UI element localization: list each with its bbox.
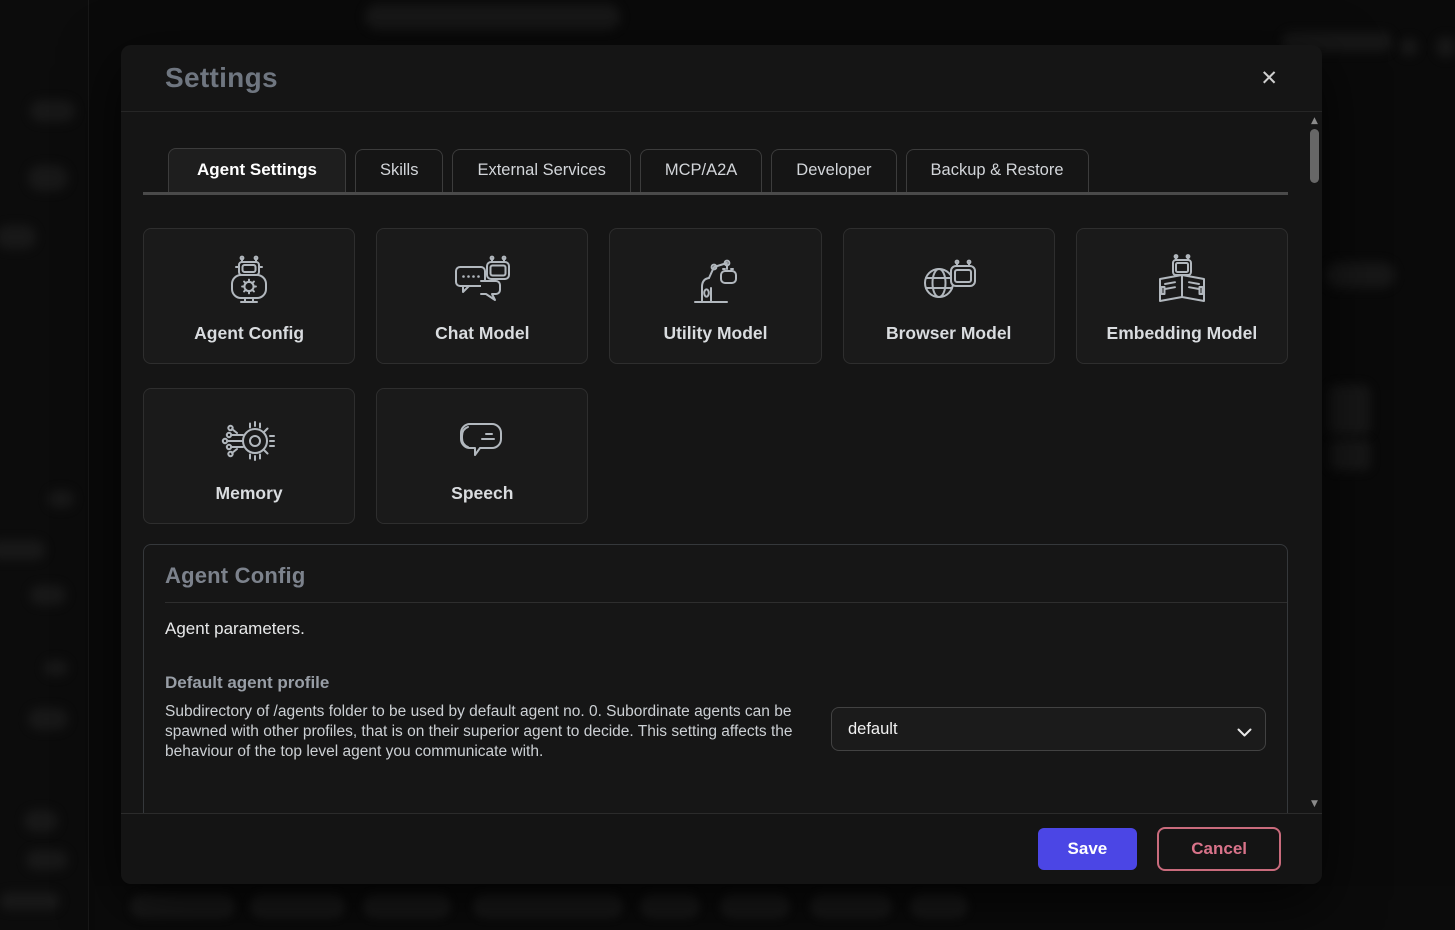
- tab-bar: Agent Settings Skills External Services …: [143, 148, 1288, 195]
- background-bottom-toolbar: [95, 886, 1455, 930]
- card-memory[interactable]: Memory: [143, 388, 355, 524]
- close-icon[interactable]: ✕: [1256, 64, 1282, 93]
- card-label: Memory: [216, 483, 283, 504]
- background-blur-dot: [1400, 38, 1418, 56]
- card-speech[interactable]: Speech: [376, 388, 588, 524]
- default-agent-profile-select[interactable]: default: [831, 707, 1266, 751]
- field-default-agent-profile: Default agent profile Subdirectory of /a…: [165, 673, 1266, 762]
- modal-footer: Save Cancel: [121, 813, 1322, 884]
- background-blur-pill: [720, 894, 790, 918]
- background-blur-blob: [28, 708, 68, 730]
- card-label: Speech: [451, 483, 513, 504]
- agent-config-section: Agent Config Agent parameters. Default a…: [143, 544, 1288, 813]
- field-description: Subdirectory of /agents folder to be use…: [165, 702, 813, 762]
- background-blur-panel: [1330, 440, 1370, 470]
- background-blur-blob: [26, 850, 68, 870]
- background-blur-pill: [640, 894, 700, 918]
- background-blur-pill: [910, 894, 968, 918]
- card-agent-config[interactable]: Agent Config: [143, 228, 355, 364]
- section-divider: [165, 602, 1287, 603]
- card-label: Embedding Model: [1107, 323, 1258, 344]
- background-blur-pill: [810, 894, 892, 918]
- background-blur-pill: [473, 894, 623, 918]
- background-blur-text: [1325, 262, 1395, 288]
- section-title: Agent Config: [165, 563, 1266, 589]
- speech-bubble-icon: [450, 414, 514, 473]
- circuit-gear-icon: [217, 414, 281, 473]
- background-blur-blob: [30, 585, 66, 605]
- scrollbar-up-arrow[interactable]: ▲: [1308, 115, 1321, 127]
- background-blur-blob: [0, 540, 45, 560]
- background-sidebar: [0, 0, 89, 930]
- globe-robot-icon: [917, 254, 981, 313]
- modal-header: Settings ✕: [121, 45, 1322, 112]
- section-subtitle: Agent parameters.: [165, 619, 1266, 639]
- card-chat-model[interactable]: Chat Model: [376, 228, 588, 364]
- card-label: Agent Config: [194, 323, 304, 344]
- background-blur-blob: [28, 165, 68, 191]
- default-agent-profile-select-wrap: default: [831, 707, 1266, 751]
- robot-reading-book-icon: [1150, 254, 1214, 313]
- tab-skills[interactable]: Skills: [355, 149, 444, 192]
- card-embedding-model[interactable]: Embedding Model: [1076, 228, 1288, 364]
- settings-modal: Settings ✕ Agent Settings Skills Externa…: [121, 45, 1322, 884]
- scrollbar-down-arrow[interactable]: ▼: [1308, 798, 1321, 810]
- cancel-button[interactable]: Cancel: [1157, 827, 1281, 871]
- field-label: Default agent profile: [165, 673, 1266, 693]
- background-blur-blob: [0, 892, 60, 910]
- card-label: Chat Model: [435, 323, 529, 344]
- background-blur-dot: [1436, 36, 1455, 58]
- modal-scrollbar[interactable]: ▲ ▼: [1308, 115, 1321, 810]
- tab-backup-restore[interactable]: Backup & Restore: [906, 149, 1089, 192]
- tab-developer[interactable]: Developer: [771, 149, 896, 192]
- background-blur-blob: [44, 660, 68, 676]
- chat-bubbles-robot-icon: [450, 254, 514, 313]
- background-blur-pill: [363, 894, 451, 918]
- background-blur-blob: [0, 225, 36, 249]
- background-blur-blob: [24, 810, 58, 832]
- card-utility-model[interactable]: Utility Model: [609, 228, 821, 364]
- tab-mcp-a2a[interactable]: MCP/A2A: [640, 149, 762, 192]
- robot-arm-icon: [683, 254, 747, 313]
- save-button[interactable]: Save: [1038, 828, 1138, 870]
- settings-card-grid: Agent Config Chat Model: [143, 228, 1288, 524]
- card-label: Utility Model: [663, 323, 767, 344]
- tab-agent-settings[interactable]: Agent Settings: [168, 148, 346, 192]
- scrollbar-thumb[interactable]: [1310, 129, 1319, 183]
- card-browser-model[interactable]: Browser Model: [843, 228, 1055, 364]
- modal-body: Agent Settings Skills External Services …: [121, 112, 1322, 813]
- background-blur-blob: [48, 490, 74, 508]
- tab-external-services[interactable]: External Services: [452, 149, 630, 192]
- background-blur-message: [365, 4, 620, 30]
- background-blur-panel: [1328, 385, 1370, 435]
- background-blur-pill: [130, 894, 235, 918]
- background-blur-pill: [250, 894, 345, 918]
- card-label: Browser Model: [886, 323, 1011, 344]
- modal-title: Settings: [165, 62, 278, 94]
- background-blur-blob: [30, 100, 75, 122]
- robot-monitor-gear-icon: [217, 254, 281, 313]
